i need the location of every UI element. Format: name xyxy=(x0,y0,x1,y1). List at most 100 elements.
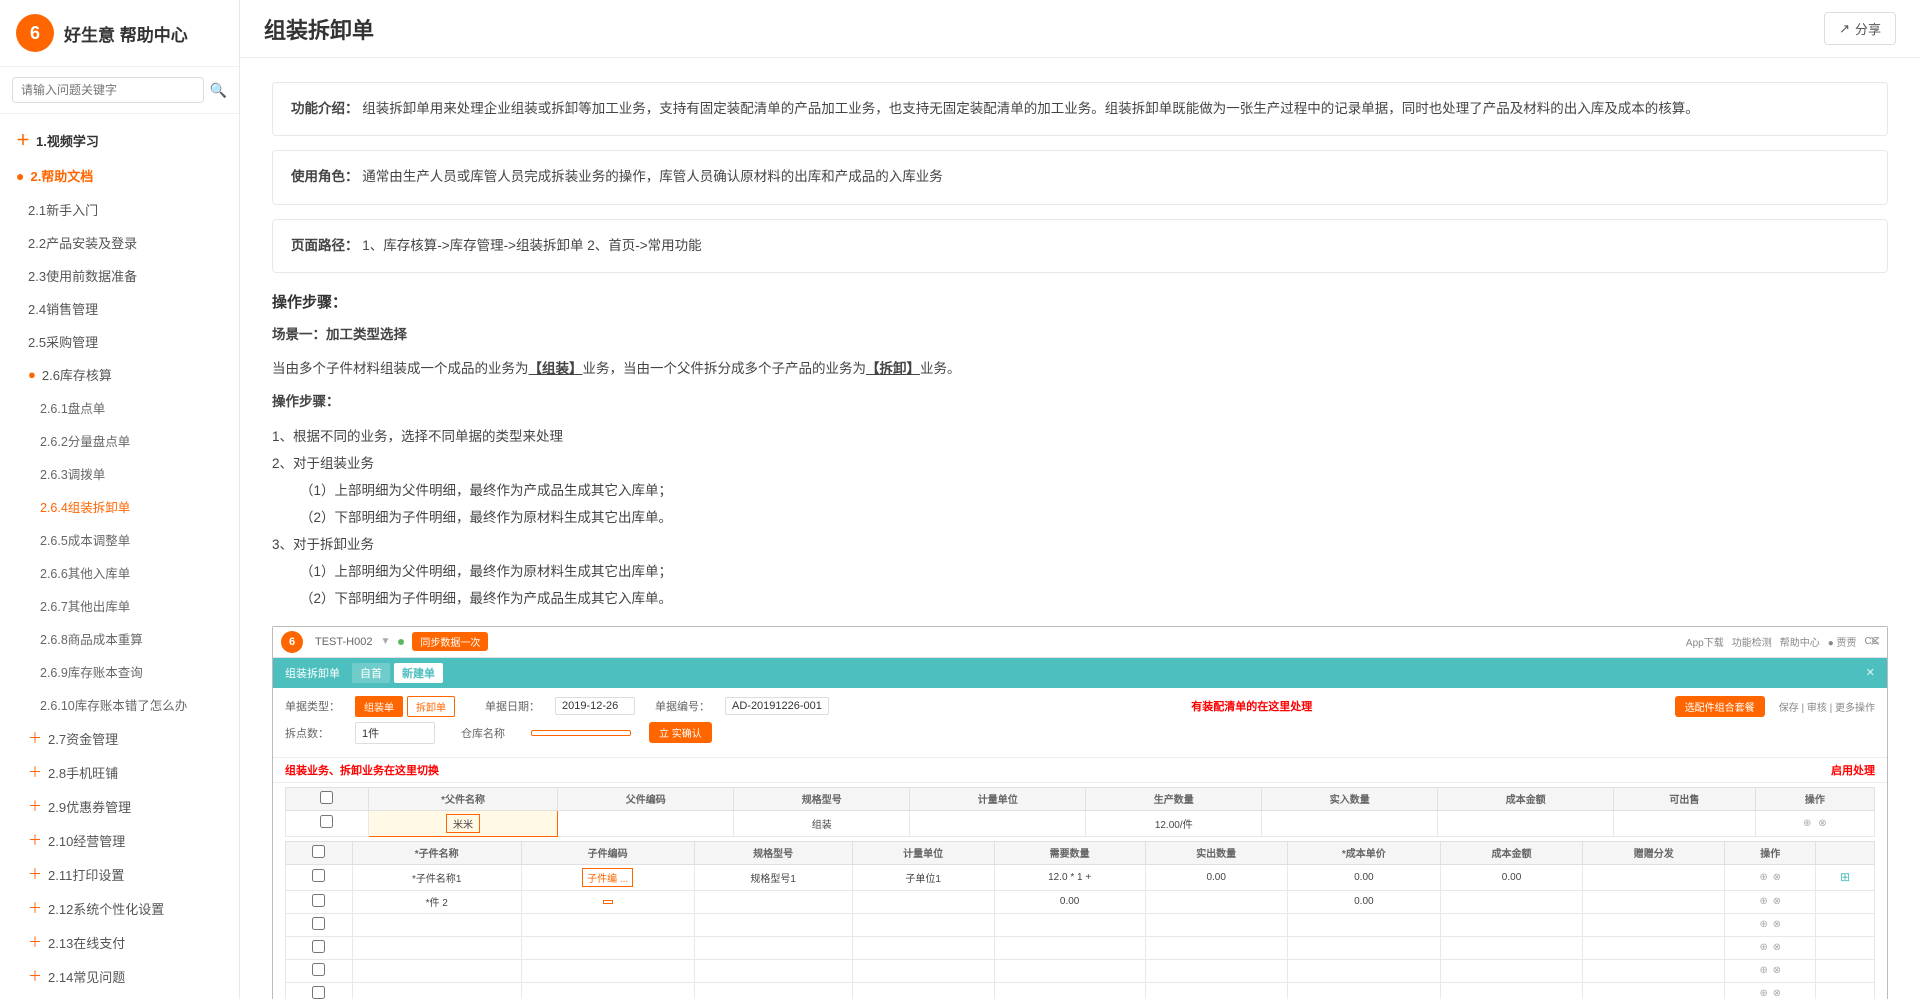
sidebar-item-inv265[interactable]: 2.6.5成本调整单 xyxy=(0,523,239,556)
sidebar-item-inv262[interactable]: 2.6.2分量盘点单 xyxy=(0,424,239,457)
delete-icon[interactable]: ⊗ xyxy=(1818,818,1826,829)
tab-new[interactable]: 新建单 xyxy=(394,663,443,683)
search-area: 🔍 xyxy=(0,67,239,114)
nav-label: 2.14常见问题 xyxy=(48,967,125,986)
copy-icon6[interactable]: ⊕ xyxy=(1759,965,1767,976)
sidebar-item-ops[interactable]: ＋ 2.10经营管理 xyxy=(0,823,239,857)
lower-table-row-5: ⊕ ⊗ xyxy=(286,959,1875,982)
tab-self[interactable]: 自首 xyxy=(352,663,390,683)
copy-icon2[interactable]: ⊕ xyxy=(1759,872,1767,883)
sidebar-item-inv2610[interactable]: 2.6.10库存账本错了怎么办 xyxy=(0,688,239,721)
delete-icon2[interactable]: ⊗ xyxy=(1773,872,1781,883)
step-2-sub: （1）上部明细为父件明细，最终作为产成品生成其它入库单； （2）下部明细为子件明… xyxy=(272,477,1888,531)
copy-icon[interactable]: ⊕ xyxy=(1803,818,1811,829)
delete-icon5[interactable]: ⊗ xyxy=(1773,942,1781,953)
child-code-1: 子件编 ... xyxy=(521,864,694,890)
sidebar-item-online[interactable]: ＋ 2.13在线支付 xyxy=(0,925,239,959)
sidebar-item-cases[interactable]: ＋ 2.15操作案例 xyxy=(0,993,239,999)
copy-icon4[interactable]: ⊕ xyxy=(1759,919,1767,930)
row-cb2[interactable] xyxy=(312,869,325,882)
delete-icon4[interactable]: ⊗ xyxy=(1773,919,1781,930)
sidebar-item-purchase[interactable]: 2.5采购管理 xyxy=(0,325,239,358)
app-link4: ● 贾贾 xyxy=(1828,634,1857,649)
warehouse-label: 仓库名称 xyxy=(461,725,521,741)
nav-label: 1.视频学习 xyxy=(36,131,99,150)
copy-icon3[interactable]: ⊕ xyxy=(1759,896,1767,907)
lower-table-row-6: ⊕ ⊗ xyxy=(286,982,1875,999)
ops-title: 操作步骤： xyxy=(272,291,1888,312)
window-close-icon[interactable]: ✕ xyxy=(1866,666,1875,679)
delete-icon6[interactable]: ⊗ xyxy=(1773,965,1781,976)
row-checkbox[interactable] xyxy=(320,815,333,828)
sidebar-item-inventory[interactable]: ● 2.6库存核算 xyxy=(0,358,239,391)
expand-icon: ＋ xyxy=(28,898,42,918)
app-action-btn[interactable]: 同步数据一次 xyxy=(412,632,488,651)
sidebar-item-faq[interactable]: ＋ 2.14常见问题 xyxy=(0,959,239,993)
sidebar-item-inv261[interactable]: 2.6.1盘点单 xyxy=(0,391,239,424)
th-child-name: *子件名称 xyxy=(352,841,521,864)
row-cb7[interactable] xyxy=(312,986,325,999)
app-screenshot: 6 TEST-H002 ▼ 同步数据一次 App下载 功能检测 帮助中心 ● 贾… xyxy=(272,626,1888,999)
ops2-1: ⊕ ⊗ xyxy=(1725,864,1816,890)
sidebar-item-docs[interactable]: ● 2.帮助文档 xyxy=(0,158,239,193)
search-button[interactable]: 🔍 xyxy=(210,82,227,99)
row-ops-cell: ⊕ ⊗ xyxy=(1755,810,1874,836)
window-title-label: 组装拆卸单 xyxy=(285,665,340,681)
sidebar-item-inv264[interactable]: 2.6.4组装拆卸单 xyxy=(0,490,239,523)
sidebar-item-inv263[interactable]: 2.6.3调拨单 xyxy=(0,457,239,490)
expand-row-icon[interactable]: ⊞ xyxy=(1840,870,1850,884)
row-cb6[interactable] xyxy=(312,963,325,976)
row-cb4[interactable] xyxy=(312,917,325,930)
sidebar-item-newbie[interactable]: 2.1新手入门 xyxy=(0,193,239,226)
select-all-lower[interactable] xyxy=(312,845,325,858)
warehouse-input[interactable] xyxy=(531,730,631,736)
confirm-button[interactable]: 立 实确认 xyxy=(649,722,712,743)
cost-amt2-1: 0.00 xyxy=(1440,864,1582,890)
sidebar-item-video[interactable]: ＋ 1.视频学习 xyxy=(0,122,239,158)
lower-table: *子件名称 子件编码 规格型号 计量单位 需要数量 实出数量 *成本单价 成本金… xyxy=(285,841,1875,999)
sidebar-item-sales[interactable]: 2.4销售管理 xyxy=(0,292,239,325)
sidebar-item-print[interactable]: ＋ 2.11打印设置 xyxy=(0,857,239,891)
th-extra xyxy=(1816,841,1875,864)
logo-area: 6 好生意 帮助中心 xyxy=(0,0,239,67)
nav-label: 2.6库存核算 xyxy=(42,365,112,384)
nav-label: 2.5采购管理 xyxy=(28,332,98,351)
row-cb3[interactable] xyxy=(312,894,325,907)
sidebar-item-inv268[interactable]: 2.6.8商品成本重算 xyxy=(0,622,239,655)
sidebar-item-inv269[interactable]: 2.6.9库存账本查询 xyxy=(0,655,239,688)
sidebar-item-system[interactable]: ＋ 2.12系统个性化设置 xyxy=(0,891,239,925)
select-bom-button[interactable]: 选配件组合套餐 xyxy=(1675,696,1765,717)
nav-label: 2.8手机旺铺 xyxy=(48,763,118,782)
expand-icon: ＋ xyxy=(16,130,30,150)
share-button[interactable]: ↗ 分享 xyxy=(1824,12,1896,45)
close-icon[interactable]: ✕ xyxy=(1869,633,1881,650)
app-link1: App下载 xyxy=(1686,634,1724,649)
select-all-upper[interactable] xyxy=(320,791,333,804)
app-link3: 帮助中心 xyxy=(1780,634,1820,649)
copy-icon5[interactable]: ⊕ xyxy=(1759,942,1767,953)
intro-block: 功能介绍： 组装拆卸单用来处理企业组装或拆卸等加工业务，支持有固定装配清单的产品… xyxy=(272,82,1888,136)
count-label: 拆点数： xyxy=(285,725,345,741)
sidebar-item-install[interactable]: 2.2产品安装及登录 xyxy=(0,226,239,259)
step-1: 1、根据不同的业务，选择不同单据的类型来处理 xyxy=(272,423,1888,450)
th-actual-out: 实出数量 xyxy=(1145,841,1287,864)
th-gift: 赠赠分发 xyxy=(1583,841,1725,864)
copy-icon7[interactable]: ⊕ xyxy=(1759,988,1767,999)
type-btn-assemble[interactable]: 组装单 xyxy=(355,696,403,717)
delete-icon3[interactable]: ⊗ xyxy=(1773,896,1781,907)
delete-icon7[interactable]: ⊗ xyxy=(1773,988,1781,999)
app-logo: 6 xyxy=(281,631,303,653)
scene1-heading: 场景一：加工类型选择 xyxy=(272,327,407,342)
sidebar-item-finance[interactable]: ＋ 2.7资金管理 xyxy=(0,721,239,755)
sidebar-item-mobile[interactable]: ＋ 2.8手机旺铺 xyxy=(0,755,239,789)
nav-area: ＋ 1.视频学习 ● 2.帮助文档 2.1新手入门 2.2产品安装及登录 2.3… xyxy=(0,114,239,999)
sidebar-item-data[interactable]: 2.3使用前数据准备 xyxy=(0,259,239,292)
search-input[interactable] xyxy=(12,77,204,103)
sidebar-item-inv267[interactable]: 2.6.7其他出库单 xyxy=(0,589,239,622)
sidebar-item-inv266[interactable]: 2.6.6其他入库单 xyxy=(0,556,239,589)
sidebar-item-coupon[interactable]: ＋ 2.9优惠券管理 xyxy=(0,789,239,823)
row-cb5[interactable] xyxy=(312,940,325,953)
type-btn-disassemble[interactable]: 拆卸单 xyxy=(407,696,455,717)
path-content: 1、库存核算->库存管理->组装拆卸单 2、首页->常用功能 xyxy=(362,238,701,253)
code-value: AD-20191226-001 xyxy=(725,697,829,715)
